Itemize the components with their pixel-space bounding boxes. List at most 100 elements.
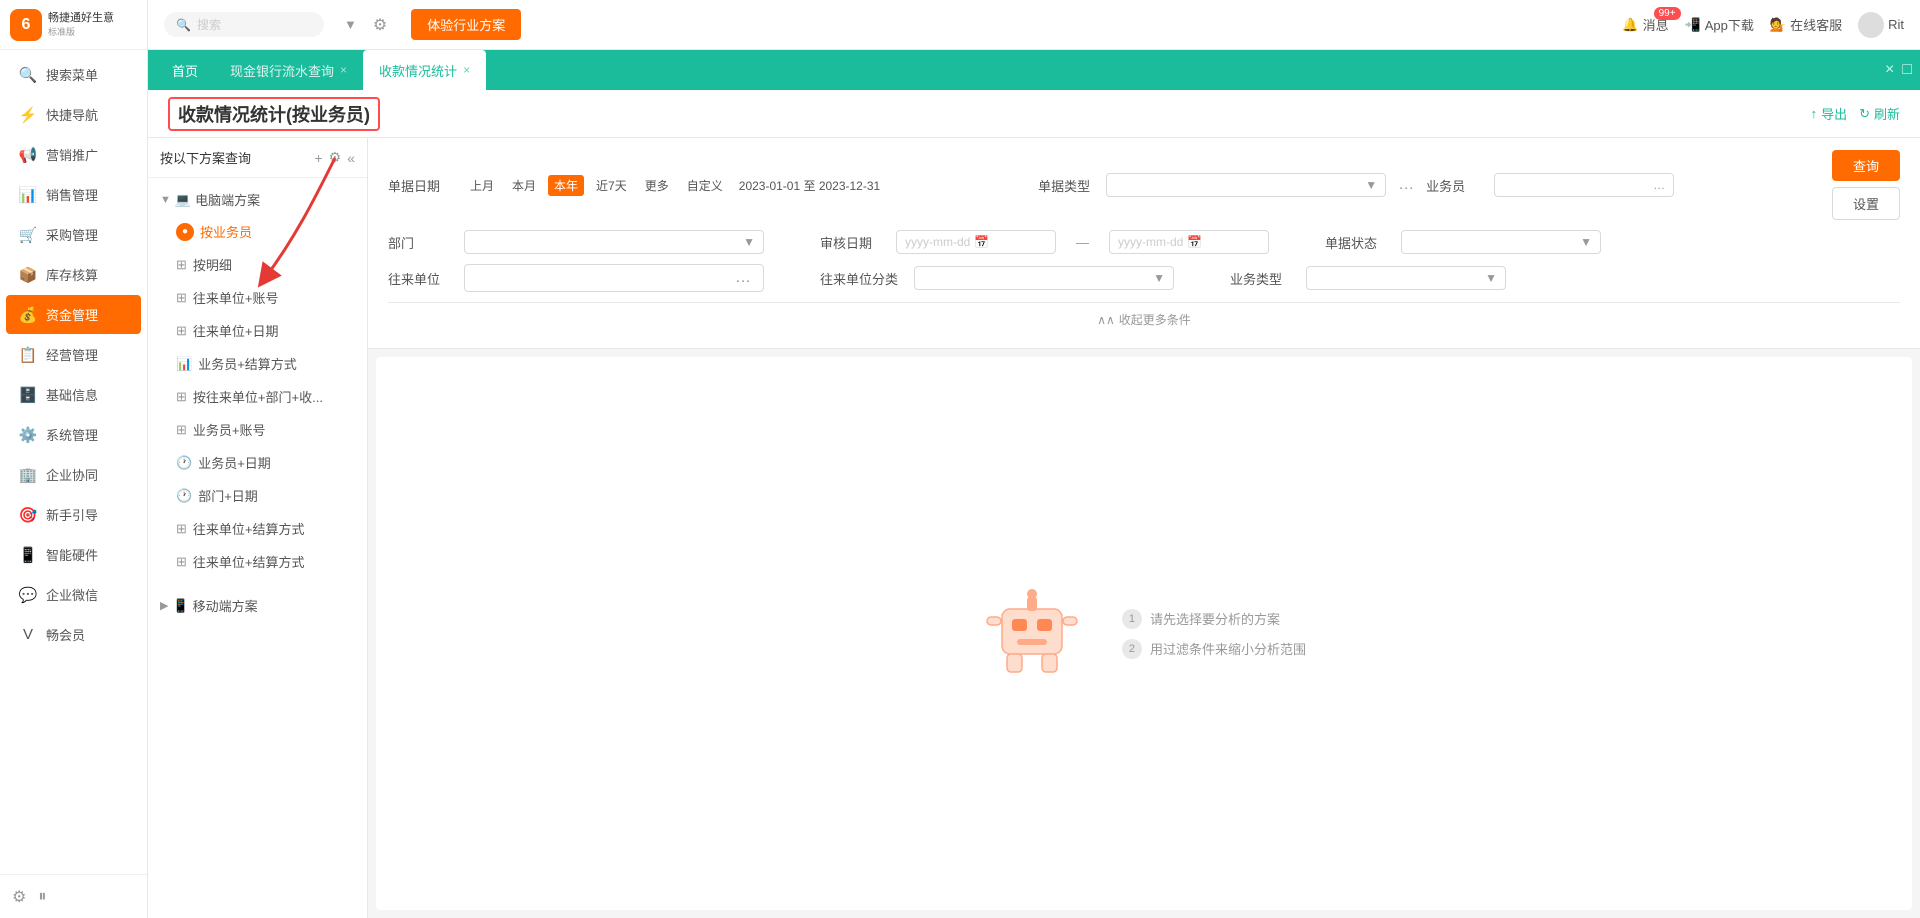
- filter-salesperson-select[interactable]: …: [1494, 173, 1674, 197]
- tree-item-dd-label: 部门+日期: [198, 486, 258, 505]
- topbar-user-area[interactable]: Rit: [1858, 12, 1904, 38]
- date-shortcut-more[interactable]: 更多: [639, 175, 675, 196]
- topbar-search[interactable]: 🔍 搜索: [164, 12, 324, 37]
- sidebar-footer: ⚙ ⏸: [0, 874, 147, 918]
- date-shortcut-last-7days[interactable]: 近7天: [590, 175, 633, 196]
- tab-bank-flow-close-icon[interactable]: ×: [340, 63, 347, 77]
- sidebar-item-inventory[interactable]: 📦 库存核算: [6, 255, 141, 294]
- tree-item-spa-label: 业务员+账号: [193, 420, 266, 439]
- tree-item-unit-method1[interactable]: ⊞ 往来单位+结算方式: [148, 512, 367, 545]
- topbar-messages-btn[interactable]: 🔔 消息 99+: [1622, 15, 1668, 34]
- sidebar-item-marketing[interactable]: 📢 营销推广: [6, 135, 141, 174]
- calendar-to-icon[interactable]: 📅: [1187, 235, 1202, 249]
- topbar-app-download-btn[interactable]: 📲 App下载: [1685, 15, 1754, 34]
- active-dot-icon: ●: [176, 223, 194, 241]
- tree-group-desktop[interactable]: ▼ 💻 电脑端方案: [148, 184, 367, 215]
- tree-item-salesperson-date[interactable]: 🕐 业务员+日期: [148, 446, 367, 479]
- sidebar-item-member[interactable]: V 畅会员: [6, 615, 141, 654]
- filter-counterpart-dots[interactable]: …: [735, 269, 751, 287]
- filter-voucher-type-label: 单据类型: [1038, 176, 1098, 195]
- sidebar-settings-btn[interactable]: ⚙: [12, 887, 26, 907]
- tree-desktop-icon: 💻: [175, 192, 191, 208]
- sidebar-item-enterprise[interactable]: 🏢 企业协同: [6, 455, 141, 494]
- calendar-from-icon[interactable]: 📅: [974, 235, 989, 249]
- refresh-button[interactable]: ↻ 刷新: [1859, 104, 1900, 123]
- left-panel-add-icon[interactable]: +: [314, 150, 322, 166]
- query-button[interactable]: 查询: [1832, 150, 1900, 181]
- sidebar-item-operation[interactable]: 📋 经营管理: [6, 335, 141, 374]
- tree-group-mobile[interactable]: ▶ 📱 移动端方案: [148, 590, 367, 621]
- filter-row-date: 单据日期 上月 本月 本年 近7天 更多 自定义 2023-01-01 至 20…: [388, 150, 1900, 220]
- hint-text-1: 请先选择要分析的方案: [1150, 609, 1280, 628]
- filter-business-type-select[interactable]: ▼: [1306, 266, 1506, 290]
- topbar-dropdown-icon[interactable]: ▼: [344, 17, 357, 32]
- sidebar-item-purchase[interactable]: 🛒 采购管理: [6, 215, 141, 254]
- filter-area: 单据日期 上月 本月 本年 近7天 更多 自定义 2023-01-01 至 20…: [368, 138, 1920, 349]
- tree-item-salesperson-account[interactable]: ⊞ 业务员+账号: [148, 413, 367, 446]
- date-shortcut-custom[interactable]: 自定义: [681, 175, 729, 196]
- tree-item-by-detail[interactable]: ⊞ 按明细: [148, 248, 367, 281]
- topbar-right: 🔔 消息 99+ 📲 App下载 💁 在线客服 Rit: [1622, 12, 1904, 38]
- tab-bank-flow[interactable]: 现金银行流水查询 ×: [214, 50, 363, 90]
- tree-item-detail-icon: ⊞: [176, 257, 187, 273]
- tree-item-unit-account[interactable]: ⊞ 往来单位+账号: [148, 281, 367, 314]
- user-name-label: Rit: [1888, 17, 1904, 32]
- empty-hint-1: 1 请先选择要分析的方案: [1122, 609, 1306, 629]
- sidebar-item-finance[interactable]: 💰 资金管理: [6, 295, 141, 334]
- tab-receipt-stats-label: 收款情况统计: [379, 61, 457, 80]
- messages-icon: 🔔: [1622, 17, 1638, 33]
- sidebar-item-system[interactable]: ⚙️ 系统管理: [6, 415, 141, 454]
- tree-item-unit-dept-collect[interactable]: ⊞ 按往来单位+部门+收...: [148, 380, 367, 413]
- date-shortcut-this-year[interactable]: 本年: [548, 175, 584, 196]
- sidebar-item-quick-nav[interactable]: ⚡ 快捷导航: [6, 95, 141, 134]
- sidebar-item-sales[interactable]: 📊 销售管理: [6, 175, 141, 214]
- tree-item-salesperson-method[interactable]: 📊 业务员+结算方式: [148, 347, 367, 380]
- filter-review-date-from[interactable]: yyyy-mm-dd 📅: [896, 230, 1056, 254]
- tree-item-by-salesperson[interactable]: ● 按业务员: [148, 215, 367, 248]
- date-shortcut-this-month[interactable]: 本月: [506, 175, 542, 196]
- left-panel-collapse-icon[interactable]: «: [347, 150, 355, 166]
- sidebar-collapse-btn[interactable]: ⏸: [38, 888, 46, 906]
- left-panel-settings-icon[interactable]: ⚙: [329, 149, 342, 166]
- window-close-icon[interactable]: ×: [1885, 61, 1894, 79]
- filter-business-type-label: 业务类型: [1230, 269, 1290, 288]
- smart-hw-icon: 📱: [18, 546, 38, 564]
- export-button[interactable]: ↑ 导出: [1811, 104, 1848, 123]
- filter-counterpart-class-select[interactable]: ▼: [914, 266, 1174, 290]
- tree-item-unit-date[interactable]: ⊞ 往来单位+日期: [148, 314, 367, 347]
- empty-robot-illustration: [982, 579, 1082, 689]
- tab-receipt-stats-close-icon[interactable]: ×: [463, 63, 470, 77]
- export-icon: ↑: [1811, 106, 1818, 121]
- collapse-label: 收起更多条件: [1119, 311, 1191, 328]
- tree-item-by-salesperson-label: 按业务员: [200, 222, 252, 241]
- sidebar-item-wechat[interactable]: 💬 企业微信: [6, 575, 141, 614]
- sidebar-item-smart-hw[interactable]: 📱 智能硬件: [6, 535, 141, 574]
- filter-dept-select[interactable]: ▼: [464, 230, 764, 254]
- tab-receipt-stats[interactable]: 收款情况统计 ×: [363, 50, 486, 90]
- tab-home[interactable]: 首页: [156, 50, 214, 90]
- sidebar-item-basic-info[interactable]: 🗄️ 基础信息: [6, 375, 141, 414]
- topbar-online-service-btn[interactable]: 💁 在线客服: [1770, 15, 1842, 34]
- tree-item-sp-method-icon: 📊: [176, 356, 192, 372]
- tree-item-dept-date[interactable]: 🕐 部门+日期: [148, 479, 367, 512]
- sidebar-item-wechat-label: 企业微信: [46, 585, 98, 604]
- filter-voucher-status-select[interactable]: ▼: [1401, 230, 1601, 254]
- sidebar-item-guide[interactable]: 🎯 新手引导: [6, 495, 141, 534]
- topbar-trial-button[interactable]: 体验行业方案: [411, 9, 521, 40]
- setup-button[interactable]: 设置: [1832, 187, 1900, 220]
- sidebar-item-finance-label: 资金管理: [46, 305, 98, 324]
- filter-date-label: 单据日期: [388, 176, 448, 195]
- topbar-gear-icon[interactable]: ⚙: [373, 15, 387, 35]
- window-maximize-icon[interactable]: □: [1902, 61, 1912, 79]
- date-shortcut-last-month[interactable]: 上月: [464, 175, 500, 196]
- sidebar-item-search[interactable]: 🔍 搜索菜单: [6, 55, 141, 94]
- tree-item-unit-method2[interactable]: ⊞ 往来单位+结算方式: [148, 545, 367, 578]
- sidebar-item-smart-hw-label: 智能硬件: [46, 545, 98, 564]
- hint-num-2: 2: [1122, 639, 1142, 659]
- filter-review-date-to[interactable]: yyyy-mm-dd 📅: [1109, 230, 1269, 254]
- filter-counterpart-select[interactable]: …: [464, 264, 764, 292]
- collapse-more-button[interactable]: ∧∧ 收起更多条件: [1097, 311, 1191, 328]
- filter-voucher-type-select[interactable]: ▼: [1106, 173, 1386, 197]
- filter-salesperson-dots[interactable]: …: [1398, 176, 1414, 194]
- purchase-icon: 🛒: [18, 226, 38, 244]
